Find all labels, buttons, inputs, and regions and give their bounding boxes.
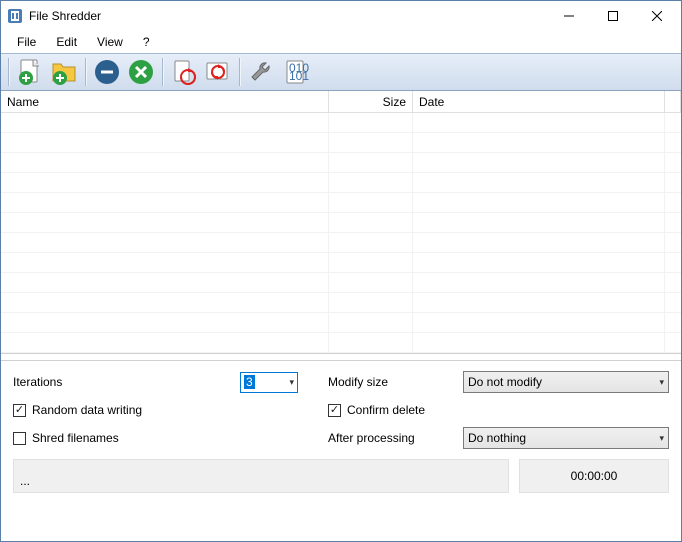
modify-size-label: Modify size — [328, 375, 463, 389]
random-data-checkbox[interactable]: Random data writing — [13, 403, 298, 417]
iterations-label: Iterations — [13, 375, 158, 389]
shred-filenames-label: Shred filenames — [32, 431, 119, 445]
column-name[interactable]: Name — [1, 91, 329, 112]
list-header: Name Size Date — [1, 91, 681, 113]
chevron-down-icon: ▾ — [289, 377, 294, 388]
toolbar: 010101 — [1, 53, 681, 91]
modify-size-value: Do not modify — [468, 375, 542, 389]
menu-view[interactable]: View — [87, 33, 133, 51]
binary-icon: 010101 — [281, 58, 309, 86]
close-button[interactable] — [635, 2, 679, 30]
elapsed-time: 00:00:00 — [519, 459, 669, 493]
folder-add-icon — [50, 58, 78, 86]
iterations-input[interactable]: 3 ▾ — [240, 372, 298, 393]
titlebar: File Shredder — [1, 1, 681, 31]
chevron-down-icon: ▾ — [659, 433, 664, 444]
file-add-icon — [16, 58, 44, 86]
window-title: File Shredder — [29, 9, 547, 23]
column-size[interactable]: Size — [329, 91, 413, 112]
menu-file[interactable]: File — [7, 33, 46, 51]
after-processing-label: After processing — [328, 431, 463, 445]
add-folder-button[interactable] — [48, 56, 80, 88]
page-refresh-button[interactable] — [168, 56, 200, 88]
refresh-button[interactable] — [202, 56, 234, 88]
checkbox-icon — [13, 432, 26, 445]
after-processing-select[interactable]: Do nothing ▾ — [463, 427, 669, 449]
options-panel: Iterations 3 ▾ Modify size Do not modify… — [1, 360, 681, 499]
wrench-icon — [247, 58, 275, 86]
svg-text:101: 101 — [289, 69, 309, 83]
shred-button[interactable] — [125, 56, 157, 88]
random-data-label: Random data writing — [32, 403, 142, 417]
menu-help[interactable]: ? — [133, 33, 160, 51]
file-list: Name Size Date — [1, 91, 681, 354]
refresh-icon — [204, 58, 232, 86]
confirm-delete-checkbox[interactable]: Confirm delete — [328, 403, 669, 417]
after-processing-value: Do nothing — [468, 431, 526, 445]
minus-icon — [93, 58, 121, 86]
app-icon — [7, 8, 23, 24]
settings-button[interactable] — [245, 56, 277, 88]
page-refresh-icon — [170, 58, 198, 86]
chevron-down-icon: ▾ — [659, 377, 664, 388]
remove-button[interactable] — [91, 56, 123, 88]
confirm-delete-label: Confirm delete — [347, 403, 425, 417]
column-pad — [665, 91, 681, 112]
list-body[interactable] — [1, 113, 681, 354]
add-file-button[interactable] — [14, 56, 46, 88]
modify-size-select[interactable]: Do not modify ▾ — [463, 371, 669, 393]
shred-x-icon — [127, 58, 155, 86]
column-date[interactable]: Date — [413, 91, 665, 112]
checkbox-icon — [328, 404, 341, 417]
maximize-button[interactable] — [591, 2, 635, 30]
minimize-button[interactable] — [547, 2, 591, 30]
status-text: ... — [13, 459, 509, 493]
checkbox-icon — [13, 404, 26, 417]
shred-filenames-checkbox[interactable]: Shred filenames — [13, 431, 298, 445]
iterations-value: 3 — [244, 375, 255, 389]
binary-file-button[interactable]: 010101 — [279, 56, 311, 88]
menu-edit[interactable]: Edit — [46, 33, 87, 51]
menubar: File Edit View ? — [1, 31, 681, 53]
